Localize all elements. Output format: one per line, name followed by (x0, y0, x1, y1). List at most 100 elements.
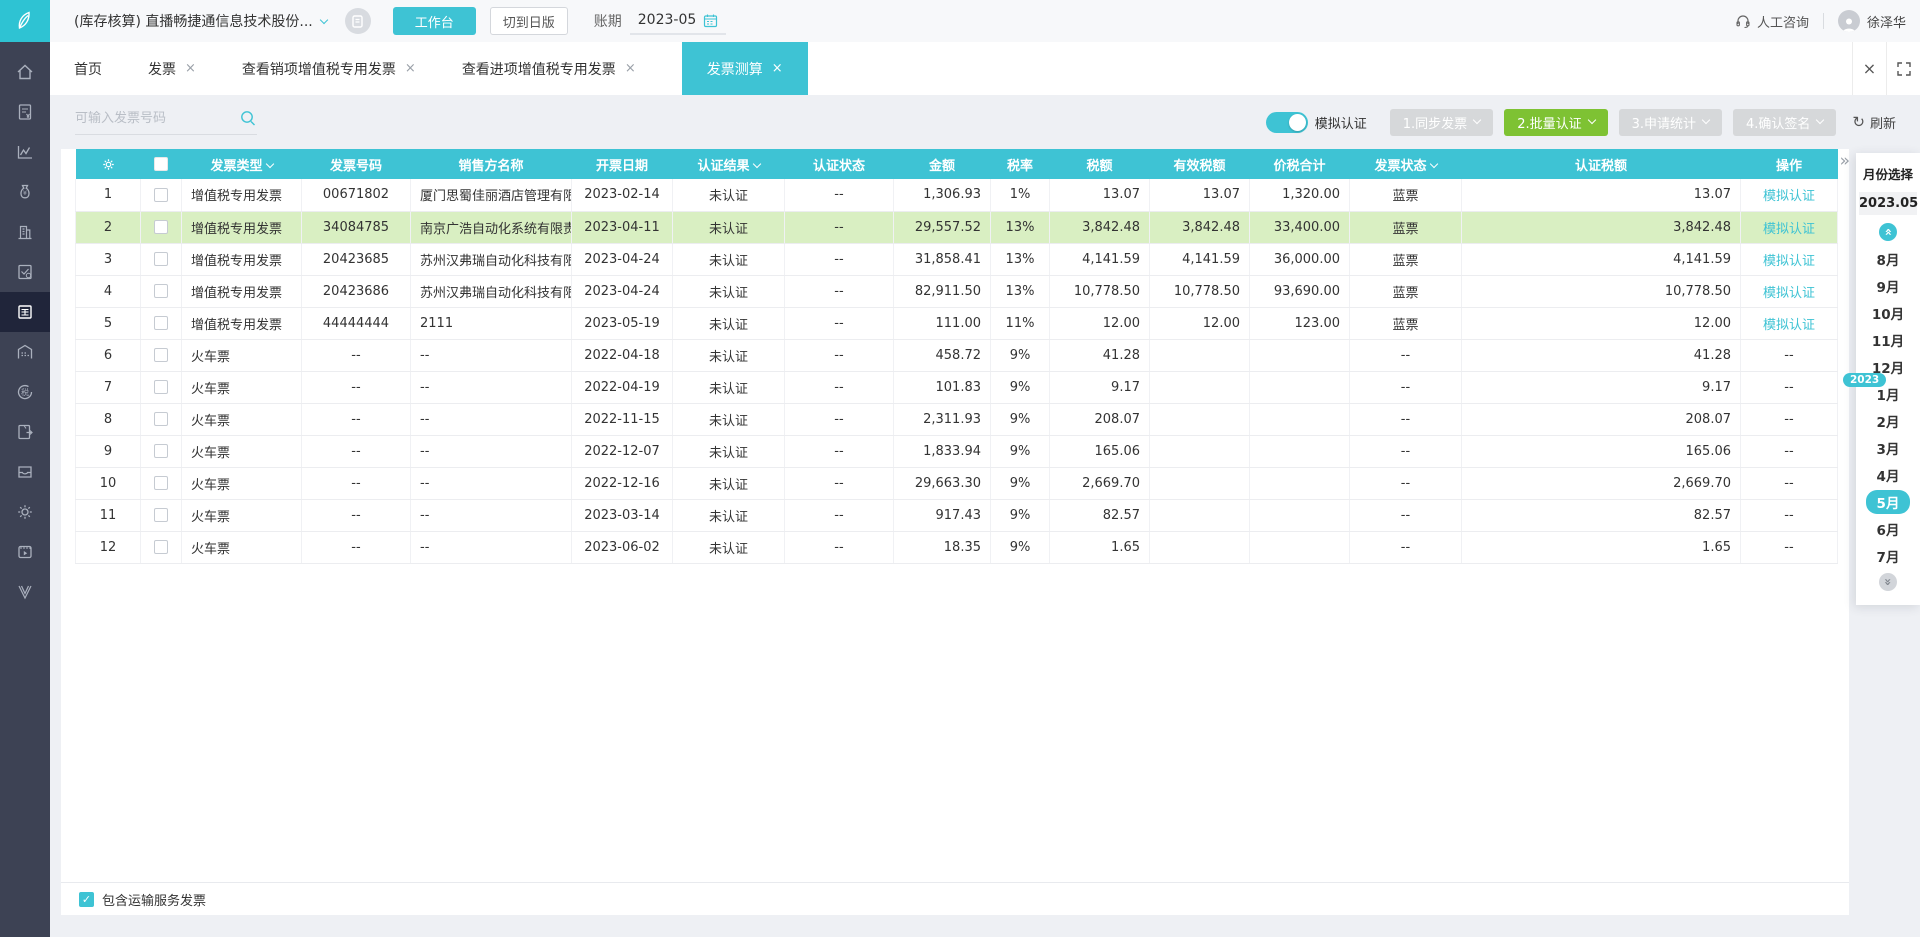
table-row[interactable]: 7 火车票 -- -- 2022-04-19 未认证 -- 101.83 9% 9.17 -- 9.1… (75, 371, 1838, 404)
workbench-button[interactable]: 工作台 (392, 7, 476, 35)
month-item[interactable]: 9月 (1856, 272, 1920, 299)
month-item-label[interactable]: 4月 (1869, 464, 1908, 486)
table-row[interactable]: 5 增值税专用发票 44444444 2111 2023-05-19 未认证 -- 111.0… (75, 307, 1838, 340)
table-row[interactable]: 9 火车票 -- -- 2022-12-07 未认证 -- 1,833.94 9% 165.06-… (75, 435, 1838, 468)
sidebar-item-inventory[interactable] (0, 332, 50, 372)
sidebar-item-invoice[interactable] (0, 292, 50, 332)
sidebar-item-tutorial[interactable] (0, 532, 50, 572)
row-checkbox[interactable] (154, 284, 168, 298)
scroll-up-button[interactable]: » (1879, 223, 1897, 241)
table-row[interactable]: 8 火车票 -- -- 2022-11-15 未认证 -- 2,311.93 9% 208.07-… (75, 403, 1838, 436)
col-invoice-status[interactable]: 发票状态 (1349, 149, 1462, 179)
transport-invoice-checkbox[interactable]: ✓ (79, 891, 94, 907)
month-item[interactable]: 11月 (1856, 326, 1920, 353)
support-button[interactable]: 人工咨询 (1735, 12, 1809, 31)
apply-stats-button[interactable]: 3.申请统计 (1618, 108, 1722, 136)
month-item-label[interactable]: 9月 (1869, 275, 1908, 297)
tab-input-vat[interactable]: 查看进项增值税专用发票 × (462, 59, 636, 79)
close-icon[interactable]: × (405, 61, 416, 76)
sidebar-item-carryover[interactable] (0, 412, 50, 452)
sidebar-item-home[interactable] (0, 52, 50, 92)
fullscreen-icon[interactable] (1886, 42, 1920, 95)
simulate-auth-toggle[interactable] (1265, 111, 1308, 133)
month-item[interactable]: 10月 (1856, 299, 1920, 326)
table-row[interactable]: 2 增值税专用发票34084785南京广浩自动化系统有限责任公司2023-04-1… (75, 211, 1838, 244)
month-item-label[interactable]: 3月 (1869, 437, 1908, 459)
month-item-label[interactable]: 7月 (1869, 545, 1908, 567)
period-picker[interactable]: 2023-05 (629, 7, 727, 35)
sidebar-item-archive[interactable] (0, 452, 50, 492)
month-item-label[interactable]: 8月 (1869, 248, 1908, 270)
switch-version-button[interactable]: 切到日版 (489, 7, 568, 35)
month-item[interactable]: 2月 (1856, 407, 1920, 434)
company-selector[interactable]: (库存核算) 直播畅捷通信息技术股份... (74, 11, 313, 31)
batch-auth-button[interactable]: 2.批量认证 (1504, 108, 1608, 136)
month-item[interactable]: 7月 (1856, 542, 1920, 569)
month-item-label[interactable]: 10月 (1864, 302, 1912, 324)
month-item-label[interactable]: 11月 (1864, 329, 1912, 351)
table-row[interactable]: 6 火车票 -- -- 2022-04-18 未认证 -- 458.72 9% 41.28 -- 41… (75, 339, 1838, 372)
month-item[interactable]: 6月 (1856, 515, 1920, 542)
close-icon[interactable]: × (185, 61, 196, 76)
tab-output-vat[interactable]: 查看销项增值税专用发票 × (242, 59, 416, 79)
col-invoice-type[interactable]: 发票类型 (181, 149, 302, 179)
simulate-auth-link[interactable]: 模拟认证 (1763, 318, 1815, 333)
row-checkbox[interactable] (154, 476, 168, 490)
close-icon[interactable]: × (772, 61, 783, 76)
simulate-auth-link[interactable]: 模拟认证 (1763, 286, 1815, 301)
col-auth-result[interactable]: 认证结果 (672, 149, 785, 179)
simulate-auth-link[interactable]: 模拟认证 (1763, 189, 1815, 204)
month-item[interactable]: 4月 (1856, 461, 1920, 488)
voucher-badge-icon[interactable] (344, 8, 371, 34)
row-checkbox[interactable] (154, 220, 168, 234)
month-item-label[interactable]: 2月 (1869, 410, 1908, 432)
col-select-all[interactable] (140, 149, 182, 179)
scroll-down-button[interactable]: » (1879, 573, 1897, 591)
tab-invoice-calc[interactable]: 发票测算 × (681, 42, 808, 95)
row-checkbox[interactable] (154, 187, 168, 202)
month-item-label[interactable]: 6月 (1869, 518, 1908, 540)
row-checkbox[interactable] (154, 252, 168, 266)
month-item[interactable]: 5月 (1856, 488, 1920, 515)
table-row[interactable]: 1 增值税专用发票00671802厦门思蜀佳丽酒店管理有限公司2023-02-14… (75, 179, 1838, 212)
search-input[interactable] (75, 110, 203, 126)
tab-home[interactable]: 首页 (74, 59, 102, 79)
collapse-month-panel-icon[interactable]: » (1840, 153, 1850, 170)
sidebar-item-vlogo[interactable] (0, 572, 50, 612)
row-checkbox[interactable] (154, 540, 168, 554)
refresh-button[interactable]: ↻ 刷新 (1852, 113, 1896, 132)
sidebar-item-tax[interactable]: 税 (0, 372, 50, 412)
simulate-auth-link[interactable]: 模拟认证 (1763, 254, 1815, 269)
sidebar-item-funds[interactable]: ¥ (0, 172, 50, 212)
table-row[interactable]: 10 火车票 -- -- 2022-12-16 未认证 -- 29,663.30 9% 2,669… (75, 467, 1838, 500)
sync-invoice-button[interactable]: 1.同步发票 (1389, 108, 1494, 136)
month-item[interactable]: 3月 (1856, 434, 1920, 461)
row-checkbox[interactable] (154, 316, 168, 330)
search-icon[interactable] (239, 109, 257, 127)
row-checkbox[interactable] (154, 508, 168, 522)
row-checkbox[interactable] (154, 348, 168, 362)
row-checkbox[interactable] (154, 412, 168, 426)
app-logo[interactable] (0, 0, 50, 42)
username[interactable]: 徐泽华 (1867, 12, 1906, 31)
month-item-label[interactable]: 5月 (1865, 489, 1911, 514)
month-item[interactable]: 8月 (1856, 245, 1920, 272)
col-settings[interactable] (75, 149, 141, 179)
avatar[interactable] (1837, 10, 1860, 32)
table-row[interactable]: 4 增值税专用发票20423686苏州汉弗瑞自动化科技有限公司2023-04-24… (75, 275, 1838, 308)
simulate-auth-link[interactable]: 模拟认证 (1763, 222, 1815, 237)
sidebar-item-reports[interactable] (0, 132, 50, 172)
row-checkbox[interactable] (154, 444, 168, 458)
table-row[interactable]: 3 增值税专用发票20423685苏州汉弗瑞自动化科技有限公司2023-04-24… (75, 243, 1838, 276)
select-all-checkbox[interactable] (154, 157, 168, 171)
close-icon[interactable]: × (625, 61, 636, 76)
sidebar-item-checkout[interactable] (0, 252, 50, 292)
row-checkbox[interactable] (154, 380, 168, 394)
tab-invoice[interactable]: 发票 × (148, 59, 196, 79)
table-row[interactable]: 12 火车票 -- -- 2023-06-02 未认证 -- 18.35 9% 1.65 -- 1.6… (75, 531, 1838, 564)
sidebar-item-settings[interactable] (0, 492, 50, 532)
sidebar-item-billing[interactable] (0, 92, 50, 132)
chevron-down-icon[interactable] (319, 15, 328, 24)
table-row[interactable]: 11 火车票 -- -- 2023-03-14 未认证 -- 917.43 9% 82.57 -- 8… (75, 499, 1838, 532)
close-all-tabs-icon[interactable]: × (1852, 42, 1886, 95)
